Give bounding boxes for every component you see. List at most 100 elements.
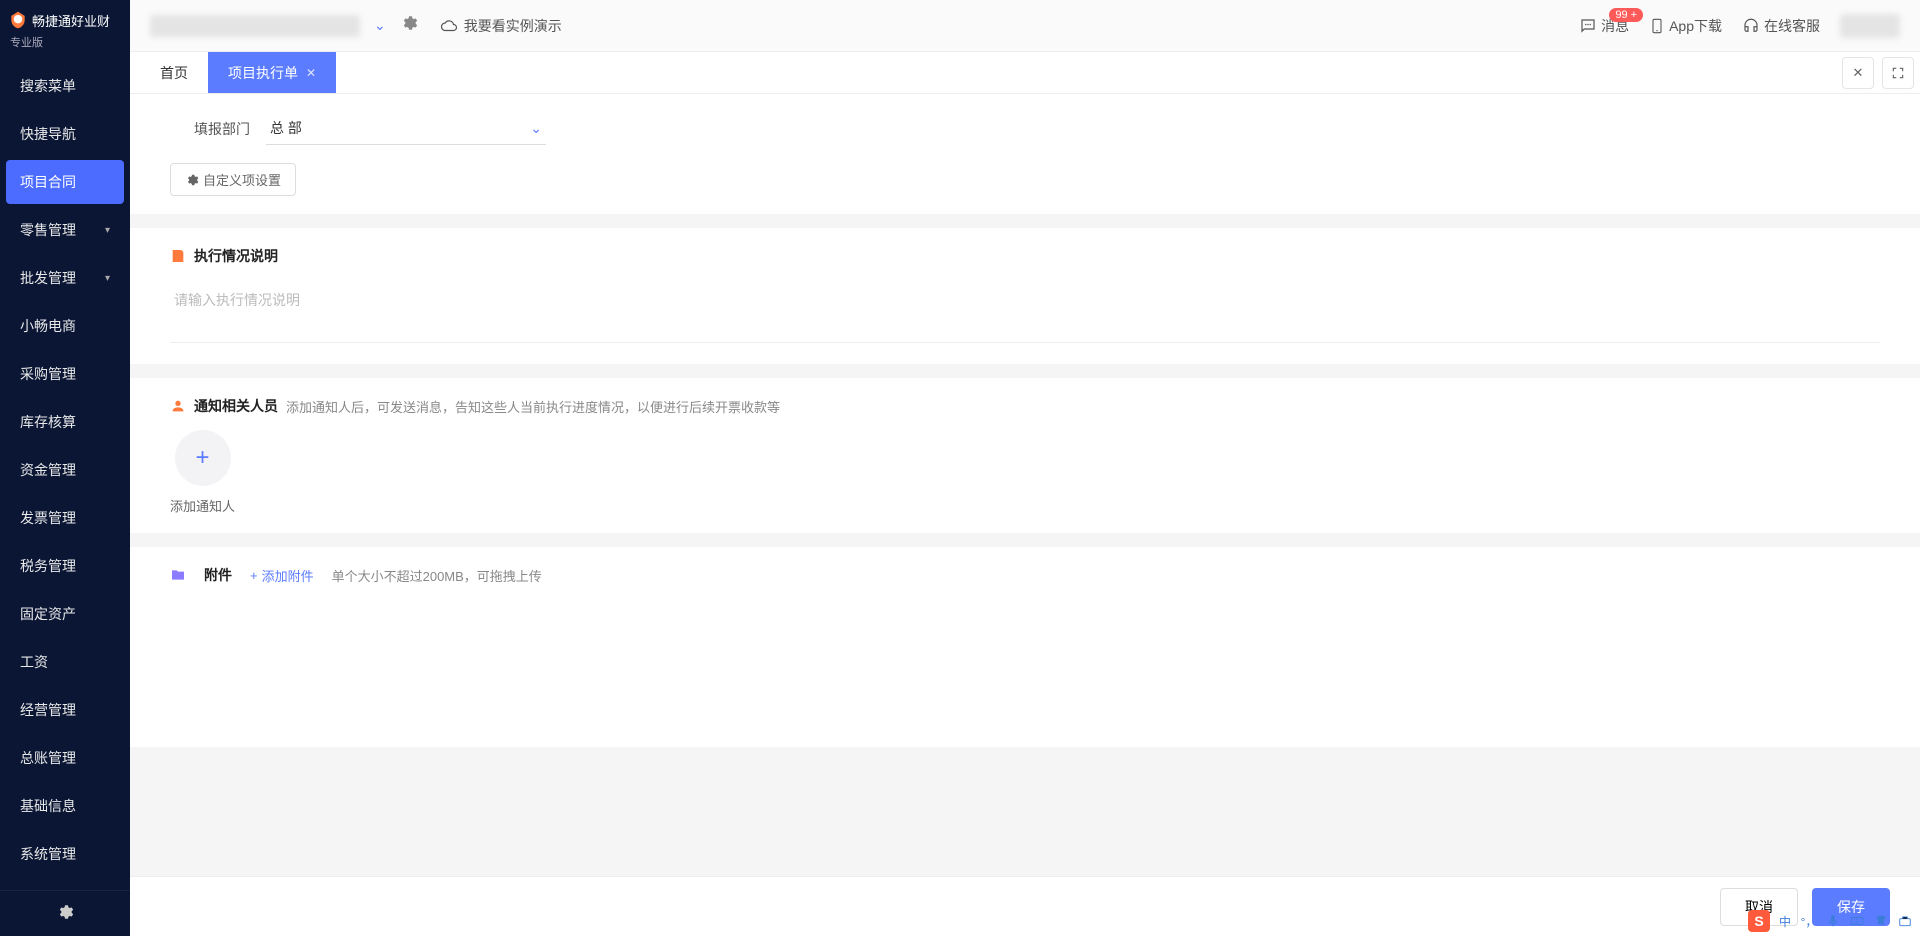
ime-toolbox-icon[interactable] [1896, 912, 1914, 930]
sidebar-item-5[interactable]: 小畅电商 [0, 302, 130, 350]
sidebar-item-0[interactable]: 搜索菜单 [0, 62, 130, 110]
attach-title: 附件 [204, 565, 232, 585]
ime-bar[interactable]: S 中 °， [1748, 910, 1914, 932]
sidebar-item-12[interactable]: 工资 [0, 638, 130, 686]
tab-home[interactable]: 首页 [140, 52, 208, 93]
caret-down-icon: ▾ [105, 273, 110, 284]
field-department: 填报部门 总 部 ⌄ [170, 112, 1880, 145]
ime-punct-icon[interactable]: °， [1800, 912, 1818, 930]
custom-fields-button[interactable]: 自定义项设置 [170, 163, 296, 196]
ime-mic-icon[interactable] [1824, 912, 1842, 930]
ime-lang[interactable]: 中 [1776, 912, 1794, 930]
org-selector[interactable] [150, 15, 360, 37]
section-notify-header: 通知相关人员 添加通知人后，可发送消息，告知这些人当前执行进度情况，以便进行后续… [170, 396, 1880, 416]
sidebar-item-15[interactable]: 基础信息 [0, 782, 130, 830]
ime-keyboard-icon[interactable] [1848, 912, 1866, 930]
main-area: ⌄ 我要看实例演示 消息 99 + App下载 [130, 0, 1920, 936]
tabs-right: ✕ [1842, 52, 1920, 93]
sidebar-item-11[interactable]: 固定资产 [0, 590, 130, 638]
org-chevron-icon[interactable]: ⌄ [374, 17, 386, 34]
sidebar-item-label: 项目合同 [20, 172, 76, 192]
sidebar-item-3[interactable]: 零售管理 ▾ [0, 206, 130, 254]
sidebar-item-9[interactable]: 发票管理 [0, 494, 130, 542]
caret-down-icon: ▾ [105, 225, 110, 236]
sidebar-item-6[interactable]: 采购管理 [0, 350, 130, 398]
chevron-down-icon: ⌄ [530, 120, 542, 137]
add-person: + 添加通知人 [170, 430, 235, 515]
demo-link[interactable]: 我要看实例演示 [440, 16, 562, 36]
topbar-left: ⌄ 我要看实例演示 [150, 14, 562, 37]
sidebar-item-4[interactable]: 批发管理 ▾ [0, 254, 130, 302]
cloud-icon [440, 17, 458, 35]
sidebar-item-label: 零售管理 [20, 220, 76, 240]
sidebar-item-label: 采购管理 [20, 364, 76, 384]
notify-hint: 添加通知人后，可发送消息，告知这些人当前执行进度情况，以便进行后续开票收款等 [286, 397, 780, 416]
sidebar-item-2[interactable]: 项目合同 [6, 160, 124, 204]
brand-logo: 畅捷通好业财 [0, 0, 130, 34]
sidebar-item-8[interactable]: 资金管理 [0, 446, 130, 494]
tabs: 首页 项目执行单 ✕ ✕ [130, 52, 1920, 94]
footer: 取消 保存 [130, 876, 1920, 936]
tab-project-execute[interactable]: 项目执行单 ✕ [208, 52, 336, 93]
chat-icon [1579, 17, 1597, 35]
brand-name: 畅捷通好业财 [32, 11, 110, 30]
sidebar-item-1[interactable]: 快捷导航 [0, 110, 130, 158]
headset-icon [1742, 17, 1760, 35]
sidebar-item-label: 系统管理 [20, 844, 76, 864]
dept-select[interactable]: 总 部 ⌄ [266, 112, 546, 145]
plus-icon: + [250, 568, 258, 583]
exec-textarea[interactable] [170, 280, 1880, 343]
gear-icon [56, 903, 74, 921]
sidebar-item-label: 基础信息 [20, 796, 76, 816]
add-person-button[interactable]: + [175, 430, 231, 486]
sidebar-item-label: 发票管理 [20, 508, 76, 528]
fullscreen-button[interactable] [1882, 57, 1914, 89]
content[interactable]: 填报部门 总 部 ⌄ 自定义项设置 执行情况说明 [130, 94, 1920, 936]
topbar-right: 消息 99 + App下载 在线客服 [1579, 14, 1900, 38]
tab-home-label: 首页 [160, 63, 188, 83]
user-avatar[interactable] [1840, 14, 1900, 38]
sidebar-item-16[interactable]: 系统管理 [0, 830, 130, 878]
close-tab-button[interactable]: ✕ [1842, 57, 1874, 89]
panel-notify: 通知相关人员 添加通知人后，可发送消息，告知这些人当前执行进度情况，以便进行后续… [130, 378, 1920, 533]
sidebar-item-label: 总账管理 [20, 748, 76, 768]
add-attach-label: 添加附件 [262, 566, 314, 585]
sidebar-item-7[interactable]: 库存核算 [0, 398, 130, 446]
sidebar-item-label: 资金管理 [20, 460, 76, 480]
app-download-button[interactable]: App下载 [1649, 16, 1722, 36]
sidebar-item-label: 快捷导航 [20, 124, 76, 144]
user-icon [170, 398, 186, 414]
service-label: 在线客服 [1764, 16, 1820, 36]
topbar: ⌄ 我要看实例演示 消息 99 + App下载 [130, 0, 1920, 52]
add-attachment-button[interactable]: + 添加附件 [250, 566, 314, 585]
plus-icon: + [195, 444, 209, 472]
sidebar-settings[interactable] [0, 890, 130, 936]
sidebar-item-label: 批发管理 [20, 268, 76, 288]
folder-icon [170, 567, 186, 583]
close-icon[interactable]: ✕ [306, 66, 316, 80]
brand-sub: 专业版 [0, 34, 130, 62]
section-attach-header: 附件 + 添加附件 单个大小不超过200MB，可拖拽上传 [170, 565, 1880, 585]
section-exec-header: 执行情况说明 [170, 246, 1880, 266]
sidebar-item-label: 税务管理 [20, 556, 76, 576]
ime-logo-icon: S [1748, 910, 1770, 932]
note-icon [170, 248, 186, 264]
sidebar-item-label: 固定资产 [20, 604, 76, 624]
service-button[interactable]: 在线客服 [1742, 16, 1820, 36]
tab-active-label: 项目执行单 [228, 63, 298, 83]
dept-value: 总 部 [270, 118, 302, 138]
messages-badge: 99 + [1609, 8, 1643, 22]
settings-icon[interactable] [400, 14, 418, 37]
exec-title: 执行情况说明 [194, 246, 278, 266]
panel-form: 填报部门 总 部 ⌄ 自定义项设置 [130, 94, 1920, 214]
sidebar-item-14[interactable]: 总账管理 [0, 734, 130, 782]
messages-button[interactable]: 消息 99 + [1579, 16, 1629, 36]
sidebar: 畅捷通好业财 专业版 搜索菜单快捷导航项目合同零售管理 ▾ 批发管理 ▾ 小畅电商采购管… [0, 0, 130, 936]
attach-hint: 单个大小不超过200MB，可拖拽上传 [332, 566, 542, 585]
sidebar-item-13[interactable]: 经营管理 [0, 686, 130, 734]
custom-btn-label: 自定义项设置 [203, 170, 281, 189]
ime-skin-icon[interactable] [1872, 912, 1890, 930]
brand-icon [8, 10, 28, 30]
app-label: App下载 [1669, 16, 1722, 36]
sidebar-item-10[interactable]: 税务管理 [0, 542, 130, 590]
